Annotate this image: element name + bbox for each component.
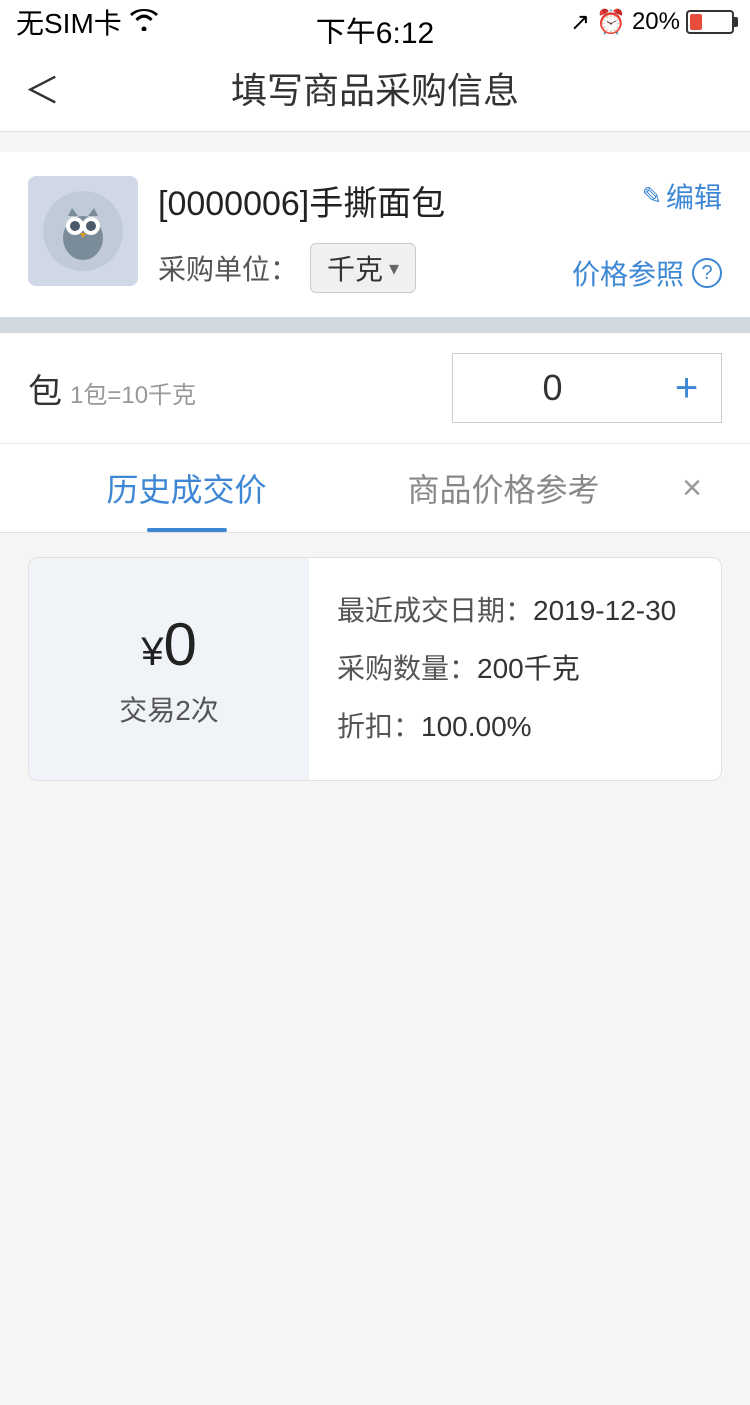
edit-label: 编辑	[666, 176, 722, 216]
page-title: 填写商品采购信息	[231, 62, 519, 114]
unit-selector[interactable]: 千克 ▾	[310, 243, 416, 293]
plus-button[interactable]: +	[652, 353, 722, 423]
quantity-detail-row: 采购数量：200千克	[337, 648, 693, 690]
edit-icon: ✎	[642, 182, 662, 211]
recent-date-row: 最近成交日期：2019-12-30	[337, 590, 693, 632]
help-icon: ?	[692, 258, 722, 288]
product-image	[28, 176, 138, 286]
price-ref-button[interactable]: 价格参照 ?	[572, 253, 722, 293]
tab-price-reference-label: 商品价格参考	[407, 465, 599, 511]
product-name: [0000006]手撕面包	[158, 176, 722, 225]
tab-price-reference[interactable]: 商品价格参考	[345, 444, 662, 532]
card-right: 最近成交日期：2019-12-30 采购数量：200千克 折扣：100.00%	[309, 558, 721, 780]
card-container: ¥0 交易2次 最近成交日期：2019-12-30 采购数量：200千克 折扣：…	[0, 533, 750, 805]
recent-date-value: 2019-12-30	[533, 595, 676, 626]
section-divider	[0, 317, 750, 333]
product-card: [0000006]手撕面包 采购单位： 千克 ▾ ✎ 编辑 价格参照 ?	[0, 152, 750, 317]
status-right: ↗ ⏰ 20%	[570, 8, 734, 37]
wifi-icon	[130, 6, 158, 38]
back-button[interactable]: ＜	[24, 62, 60, 114]
location-icon: ↗	[570, 8, 590, 37]
recent-date-label: 最近成交日期：	[337, 595, 533, 626]
quantity-detail-value: 200千克	[477, 653, 580, 684]
unit-value: 千克	[327, 248, 383, 288]
qty-main-label: 包	[28, 364, 62, 413]
battery-percent: 20%	[632, 8, 680, 36]
price-value: 0	[163, 611, 196, 678]
quantity-label: 包 1包=10千克	[28, 364, 196, 413]
edit-button[interactable]: ✎ 编辑	[642, 176, 722, 216]
tab-underline	[147, 528, 227, 532]
quantity-input[interactable]: 0	[452, 353, 652, 423]
discount-value: 100.00%	[421, 711, 532, 742]
status-left: 无SIM卡	[16, 2, 158, 42]
tabs-bar: 历史成交价 商品价格参考 ×	[0, 444, 750, 533]
qty-sub-label: 1包=10千克	[70, 375, 196, 410]
battery-icon	[686, 10, 734, 34]
unit-label: 采购单位：	[158, 248, 298, 288]
transaction-count: 交易2次	[119, 689, 219, 729]
page-background	[0, 805, 750, 1405]
price-ref-label: 价格参照	[572, 253, 684, 293]
quantity-row: 包 1包=10千克 0 +	[0, 333, 750, 444]
quantity-detail-label: 采购数量：	[337, 653, 477, 684]
nav-bar: ＜ 填写商品采购信息	[0, 44, 750, 132]
quantity-controls: 0 +	[452, 353, 722, 423]
card-left: ¥0 交易2次	[29, 558, 309, 780]
dropdown-arrow-icon: ▾	[389, 256, 399, 281]
close-button[interactable]: ×	[662, 444, 722, 532]
close-icon: ×	[682, 469, 702, 508]
tab-history-price[interactable]: 历史成交价	[28, 444, 345, 532]
alarm-icon: ⏰	[596, 8, 626, 37]
currency-symbol: ¥	[141, 630, 163, 674]
transaction-card: ¥0 交易2次 最近成交日期：2019-12-30 采购数量：200千克 折扣：…	[28, 557, 722, 781]
price-display: ¥0	[141, 610, 197, 679]
discount-row: 折扣：100.00%	[337, 706, 693, 748]
tab-history-price-label: 历史成交价	[106, 465, 266, 511]
discount-label: 折扣：	[337, 711, 421, 742]
status-bar: 无SIM卡 下午6:12 ↗ ⏰ 20%	[0, 0, 750, 44]
carrier-text: 无SIM卡	[16, 2, 122, 42]
